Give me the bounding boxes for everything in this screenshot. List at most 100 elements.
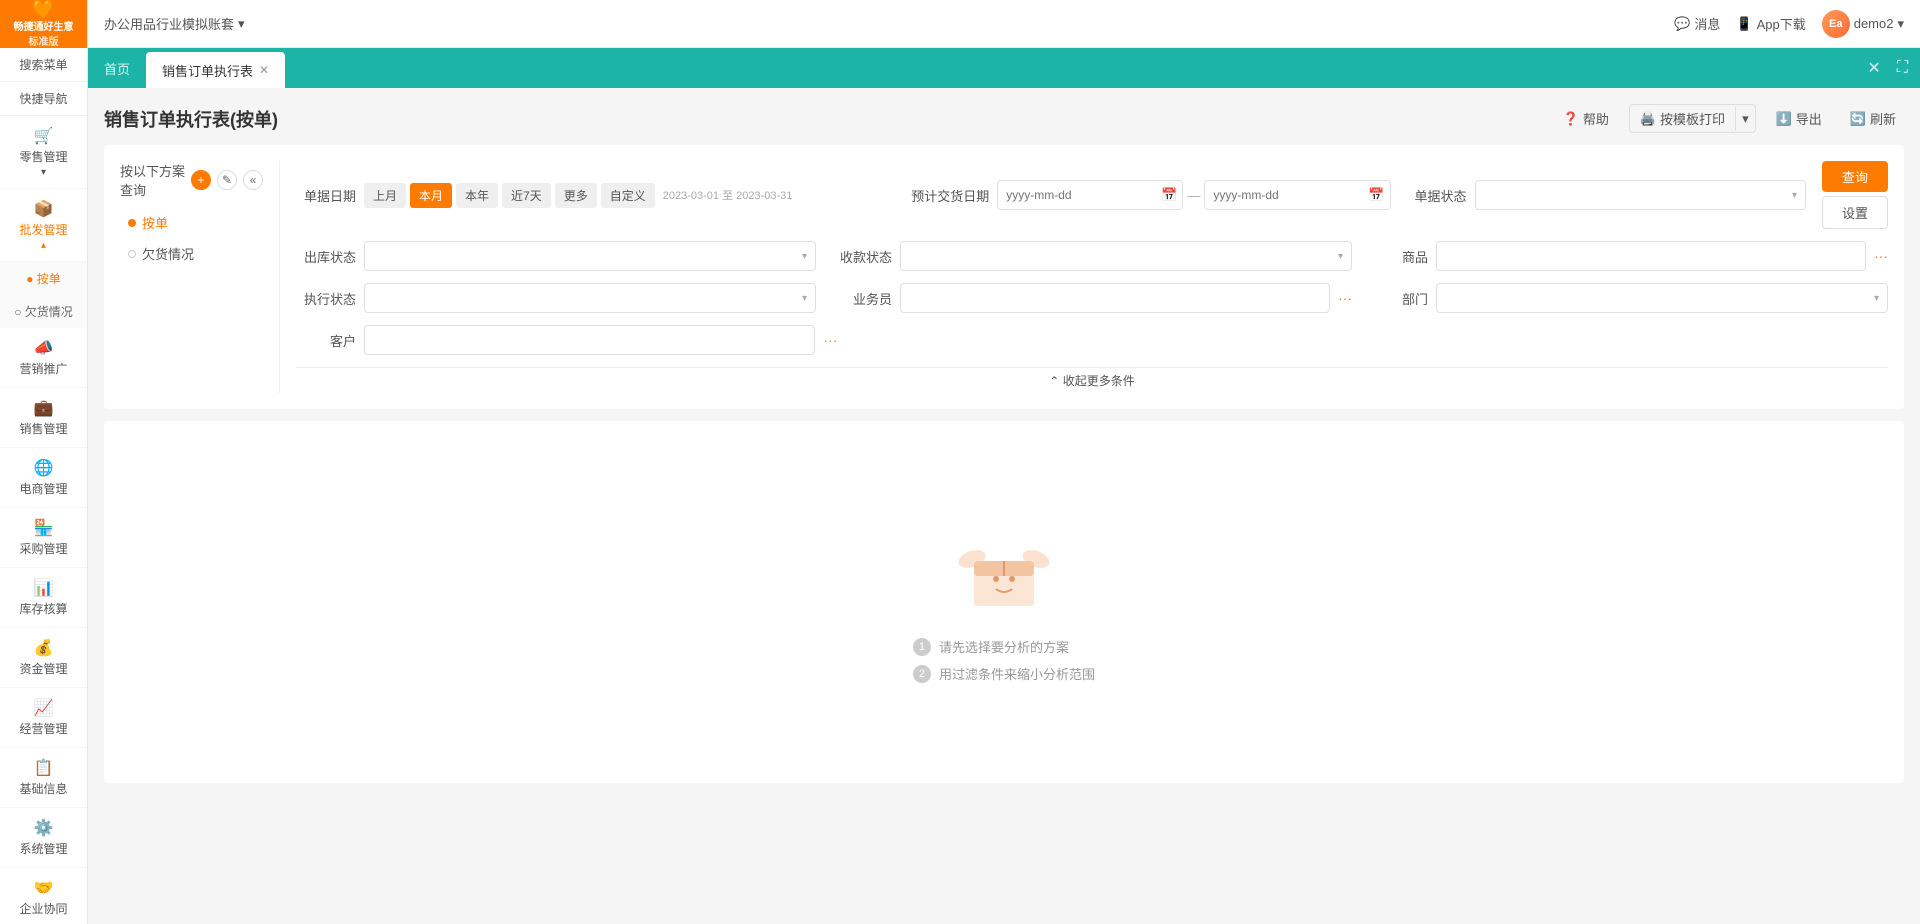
wholesale-arrow: ▴ (41, 240, 46, 251)
tab-bar: 首页 销售订单执行表 ✕ ✕ ⛶ (88, 48, 1920, 88)
collapse-arrow-icon: ⌃ (1049, 374, 1059, 388)
add-scheme-btn[interactable]: + (191, 170, 211, 190)
filter-sidebar-actions: + ✎ « (191, 170, 263, 190)
breadcrumb-dropdown[interactable]: 办公用品行业模拟账套 ▾ (104, 14, 245, 33)
filter-nav-debt[interactable]: 欠货情况 (120, 238, 263, 269)
breadcrumb-text: 办公用品行业模拟账套 (104, 14, 234, 33)
last-month-btn[interactable]: 上月 (364, 183, 406, 208)
expected-date-range: 📅 — 📅 (997, 180, 1390, 210)
payment-status-select[interactable]: ▾ (900, 241, 1352, 271)
product-ellipsis-btn[interactable]: ··· (1874, 248, 1888, 264)
app-download-icon: 📱 (1736, 16, 1752, 32)
main-wrapper: 办公用品行业模拟账套 ▾ 💬 消息 📱 App下载 Ea demo2 ▾ (88, 0, 1920, 924)
payment-status-group: 收款状态 ▾ (832, 241, 1352, 271)
sidebar-item-wholesale[interactable]: 📦 批发管理 ▴ (0, 189, 87, 262)
logo-text: 畅捷通好生意 (14, 18, 74, 33)
export-btn[interactable]: ⬇️ 导出 (1768, 105, 1830, 132)
department-select[interactable]: ▾ (1436, 283, 1888, 313)
page-title: 销售订单执行表(按单) (104, 106, 278, 132)
export-icon: ⬇️ (1776, 111, 1792, 127)
payment-status-label: 收款状态 (832, 247, 892, 266)
more-btn[interactable]: 更多 (555, 183, 597, 208)
tab-sales-order[interactable]: 销售订单执行表 ✕ (146, 52, 285, 88)
tab-fullscreen-icon[interactable]: ⛶ (1893, 55, 1912, 81)
expected-date-end[interactable] (1204, 180, 1390, 210)
custom-btn[interactable]: 自定义 (601, 183, 655, 208)
date-range-text: 2023-03-01 至 2023-03-31 (663, 187, 793, 203)
collapse-sidebar-btn[interactable]: « (243, 170, 263, 190)
print-main[interactable]: 🖨️ 按模板打印 (1630, 105, 1735, 132)
order-status-group: 单据状态 ▾ (1407, 180, 1806, 210)
page-header: 销售订单执行表(按单) ❓ 帮助 🖨️ 按模板打印 ▾ ⬇️ 导出 (104, 104, 1904, 133)
customer-input[interactable] (364, 325, 815, 355)
delivery-status-group: 出库状态 ▾ (296, 241, 816, 271)
help-btn[interactable]: ❓ 帮助 (1555, 105, 1617, 132)
last7-btn[interactable]: 近7天 (502, 183, 551, 208)
sidebar-item-sales[interactable]: 💼 销售管理 (0, 388, 87, 448)
salesperson-input[interactable] (900, 283, 1330, 313)
sidebar-item-basic[interactable]: 📋 基础信息 (0, 748, 87, 808)
refresh-btn[interactable]: 🔄 刷新 (1842, 105, 1904, 132)
tab-close-all-icon[interactable]: ✕ (1863, 54, 1884, 82)
retail-arrow: ▾ (41, 167, 46, 178)
page-actions: ❓ 帮助 🖨️ 按模板打印 ▾ ⬇️ 导出 🔄 刷新 (1555, 104, 1904, 133)
operation-icon: 📈 (34, 698, 54, 718)
salesperson-ellipsis-btn[interactable]: ··· (1338, 290, 1352, 306)
system-icon: ⚙️ (34, 818, 54, 838)
search-btn[interactable]: 查询 (1822, 161, 1888, 192)
search-menu[interactable]: 搜索菜单 (0, 48, 87, 82)
sidebar-item-operation[interactable]: 📈 经营管理 (0, 688, 87, 748)
date-end-icon: 📅 (1368, 187, 1384, 203)
sidebar-item-cooperation[interactable]: 🤝 企业协同 (0, 868, 87, 924)
inventory-icon: 📊 (34, 578, 54, 598)
exec-status-select[interactable]: ▾ (364, 283, 816, 313)
sidebar-item-finance[interactable]: 💰 资金管理 (0, 628, 87, 688)
order-status-select[interactable]: ▾ (1475, 180, 1806, 210)
expected-date-start[interactable] (997, 180, 1183, 210)
quick-nav[interactable]: 快捷导航 (0, 82, 87, 116)
sidebar-item-retail[interactable]: 🛒 零售管理 ▾ (0, 116, 87, 189)
tab-close-sales-order[interactable]: ✕ (259, 64, 269, 76)
sidebar-item-ecommerce[interactable]: 🌐 电商管理 (0, 448, 87, 508)
print-arrow[interactable]: ▾ (1735, 107, 1755, 131)
sidebar: 🧡 畅捷通好生意 标准版 搜索菜单 快捷导航 🛒 零售管理 ▾ 📦 批发管理 ▴… (0, 0, 88, 924)
department-arrow: ▾ (1874, 293, 1879, 304)
empty-tips: 1 请先选择要分析的方案 2 用过滤条件来缩小分析范围 (913, 637, 1095, 683)
filter-nav-orders[interactable]: 按单 (120, 207, 263, 238)
product-input[interactable] (1436, 241, 1866, 271)
sidebar-item-purchase[interactable]: 🏪 采购管理 (0, 508, 87, 568)
tip-num-1: 1 (913, 638, 931, 656)
filter-sidebar-header: 按以下方案查询 + ✎ « (120, 161, 263, 199)
this-year-btn[interactable]: 本年 (456, 183, 498, 208)
sidebar-item-marketing[interactable]: 📣 营销推广 (0, 328, 87, 388)
edit-scheme-btn[interactable]: ✎ (217, 170, 237, 190)
sidebar-sub-debt[interactable]: ○ 欠货情况 (0, 295, 87, 328)
sidebar-item-inventory[interactable]: 📊 库存核算 (0, 568, 87, 628)
empty-tip-2: 2 用过滤条件来缩小分析范围 (913, 664, 1095, 683)
quick-dates: 上月 本月 本年 近7天 更多 自定义 (364, 183, 655, 208)
tab-home[interactable]: 首页 (88, 48, 146, 88)
finance-icon: 💰 (34, 638, 54, 658)
expected-date-group: 预计交货日期 📅 — 📅 (911, 180, 1390, 210)
sidebar-sub-orders[interactable]: ● 按单 (0, 262, 87, 295)
empty-state-illustration (954, 521, 1054, 621)
this-month-btn[interactable]: 本月 (410, 183, 452, 208)
customer-ellipsis-btn[interactable]: ··· (823, 332, 837, 348)
order-date-group: 单据日期 上月 本月 本年 近7天 更多 自定义 2023-03-01 至 20… (296, 183, 895, 208)
print-btn[interactable]: 🖨️ 按模板打印 ▾ (1629, 104, 1756, 133)
settings-btn[interactable]: 设置 (1822, 196, 1888, 229)
date-start-icon: 📅 (1161, 187, 1177, 203)
delivery-status-select[interactable]: ▾ (364, 241, 816, 271)
sidebar-item-system[interactable]: ⚙️ 系统管理 (0, 808, 87, 868)
date-separator: — (1187, 188, 1200, 203)
department-label: 部门 (1368, 289, 1428, 308)
filter-row-4: 客户 ··· (296, 325, 1888, 355)
delivery-status-label: 出库状态 (296, 247, 356, 266)
ecommerce-icon: 🌐 (34, 458, 54, 478)
exec-status-arrow: ▾ (802, 293, 807, 304)
collapse-bar[interactable]: ⌃ 收起更多条件 (296, 367, 1888, 393)
app-download-btn[interactable]: 📱 App下载 (1736, 14, 1805, 33)
user-dropdown-icon: ▾ (1897, 16, 1904, 32)
user-menu[interactable]: Ea demo2 ▾ (1822, 10, 1904, 38)
message-btn[interactable]: 💬 消息 (1674, 14, 1720, 33)
